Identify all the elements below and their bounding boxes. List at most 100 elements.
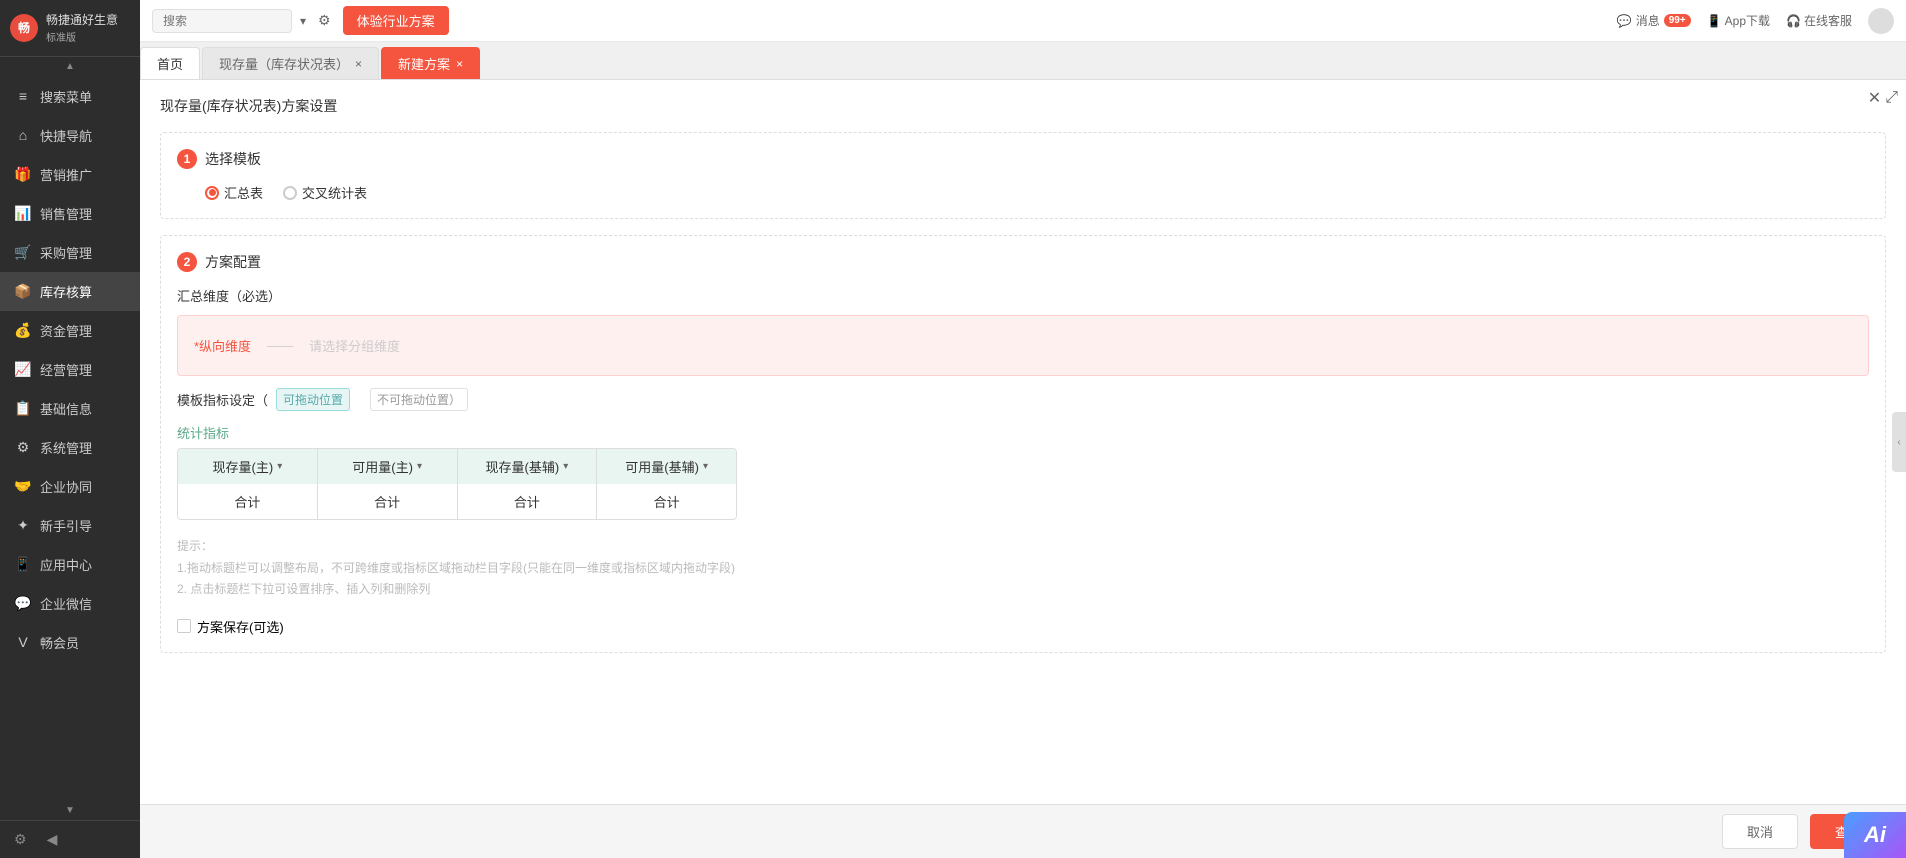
tab-home[interactable]: 首页 xyxy=(140,47,200,79)
sidebar-label-newuser: 新手引导 xyxy=(40,516,92,535)
ai-badge[interactable]: Ai xyxy=(1844,812,1906,858)
content: ✕ ⤢ 现存量(库存状况表)方案设置 1 选择模板 汇总表 交叉统 xyxy=(140,80,1906,804)
close-panel-icon[interactable]: ✕ xyxy=(1868,88,1881,108)
radio-summary-label: 汇总表 xyxy=(224,183,263,202)
tab-inventory[interactable]: 现存量（库存状况表） × xyxy=(202,47,379,79)
inventory-tab-label: 现存量（库存状况表） xyxy=(219,54,349,73)
section-config: 2 方案配置 汇总维度（必选） *纵向维度 —— 请选择分组维度 模板指标设定（… xyxy=(160,235,1886,653)
topbar-app-download[interactable]: 📱 App下载 xyxy=(1707,12,1770,29)
new-scheme-tab-close[interactable]: × xyxy=(456,57,463,71)
sidebar-scroll-up[interactable]: ▲ xyxy=(0,57,140,77)
sidebar-item-wechat[interactable]: 💬 企业微信 xyxy=(0,584,140,623)
sidebar-item-operation[interactable]: 📈 经营管理 xyxy=(0,350,140,389)
sidebar-nav: ≡ 搜索菜单 ⌂ 快捷导航 🎁 营销推广 📊 销售管理 🛒 采购管理 📦 库存核… xyxy=(0,77,140,800)
stats-header-col-3[interactable]: 可用量(基辅) ▾ xyxy=(597,449,736,484)
radio-cross[interactable]: 交叉统计表 xyxy=(283,183,367,202)
radio-summary-circle[interactable] xyxy=(205,186,219,200)
wechat-icon: 💬 xyxy=(14,594,32,612)
sidebar-item-sales[interactable]: 📊 销售管理 xyxy=(0,194,140,233)
topbar-search-input[interactable] xyxy=(152,9,292,33)
sidebar-item-marketing[interactable]: 🎁 营销推广 xyxy=(0,155,140,194)
right-panel-toggle[interactable]: ‹ xyxy=(1892,412,1906,472)
newuser-icon: ✦ xyxy=(14,516,32,534)
stats-header-dropdown-1[interactable]: ▾ xyxy=(417,461,422,472)
stats-table-body: 合计 合计 合计 合计 xyxy=(178,484,736,519)
topbar-dropdown-icon[interactable]: ▾ xyxy=(300,14,306,28)
sidebar-label-member: 畅会员 xyxy=(40,633,79,652)
sidebar-item-shortcut[interactable]: ⌂ 快捷导航 xyxy=(0,116,140,155)
section-template: 1 选择模板 汇总表 交叉统计表 xyxy=(160,132,1886,219)
sidebar-item-appstore[interactable]: 📱 应用中心 xyxy=(0,545,140,584)
page-title: 现存量(库存状况表)方案设置 xyxy=(160,96,1886,116)
radio-cross-label: 交叉统计表 xyxy=(302,183,367,202)
tip-item-1: 1.拖动标题栏可以调整布局，不可跨维度或指标区域拖动栏目字段(只能在同一维度或指… xyxy=(177,558,1869,580)
indicator-settings-text: 模板指标设定（ xyxy=(177,390,268,409)
stats-header-dropdown-2[interactable]: ▾ xyxy=(563,461,568,472)
radio-summary[interactable]: 汇总表 xyxy=(205,183,263,202)
tabs: 首页 现存量（库存状况表） × 新建方案 × xyxy=(140,42,1906,80)
appstore-icon: 📱 xyxy=(14,555,32,573)
section-title-template: 选择模板 xyxy=(205,149,261,169)
search-nav-icon: ≡ xyxy=(14,87,32,105)
template-options: 汇总表 交叉统计表 xyxy=(205,183,1869,202)
sidebar-label-marketing: 营销推广 xyxy=(40,165,92,184)
radio-cross-circle[interactable] xyxy=(283,186,297,200)
logo-text: 畅捷通好生意 标准版 xyxy=(46,12,118,44)
stats-label: 统计指标 xyxy=(177,423,1869,442)
save-checkbox-area: 方案保存(可选) xyxy=(177,617,1869,636)
topbar-msg[interactable]: 💬 消息 99+ xyxy=(1617,12,1691,29)
inventory-tab-close[interactable]: × xyxy=(355,57,362,71)
stats-header-col-2[interactable]: 现存量(基辅) ▾ xyxy=(458,449,598,484)
sidebar-item-newuser[interactable]: ✦ 新手引导 xyxy=(0,506,140,545)
sidebar-label-shortcut: 快捷导航 xyxy=(40,126,92,145)
section-num-1: 1 xyxy=(177,149,197,169)
sidebar-item-enterprise[interactable]: 🤝 企业协同 xyxy=(0,467,140,506)
stats-body-cell-0-2: 合计 xyxy=(458,484,598,519)
section-num-2: 2 xyxy=(177,252,197,272)
sidebar-label-wechat: 企业微信 xyxy=(40,594,92,613)
stats-header-col-0[interactable]: 现存量(主) ▾ xyxy=(178,449,318,484)
settings-icon[interactable]: ⚙ xyxy=(14,831,27,848)
sidebar-scroll-down[interactable]: ▼ xyxy=(0,800,140,820)
stats-header-dropdown-3[interactable]: ▾ xyxy=(703,461,708,472)
sidebar-item-member[interactable]: V 畅会员 xyxy=(0,623,140,662)
dimension-placeholder[interactable]: 请选择分组维度 xyxy=(309,336,400,355)
stats-header-col-1[interactable]: 可用量(主) ▾ xyxy=(318,449,458,484)
volume-icon[interactable]: ◀ xyxy=(47,831,58,848)
stats-header-dropdown-0[interactable]: ▾ xyxy=(277,461,282,472)
dimension-required-area: *纵向维度 —— 请选择分组维度 xyxy=(177,315,1869,376)
operation-icon: 📈 xyxy=(14,360,32,378)
sidebar-item-search[interactable]: ≡ 搜索菜单 xyxy=(0,77,140,116)
new-scheme-tab-label: 新建方案 xyxy=(398,54,450,73)
stats-table: 现存量(主) ▾ 可用量(主) ▾ 现存量(基辅) ▾ xyxy=(177,448,737,520)
expand-panel-icon[interactable]: ⤢ xyxy=(1885,89,1898,107)
topbar-avatar[interactable] xyxy=(1868,8,1894,34)
indicator-settings: 模板指标设定（ 可拖动位置 不可拖动位置） 统计指标 现存量(主) ▾ xyxy=(177,388,1869,520)
sidebar-item-system[interactable]: ⚙ 系统管理 xyxy=(0,428,140,467)
stats-table-header: 现存量(主) ▾ 可用量(主) ▾ 现存量(基辅) ▾ xyxy=(178,449,736,484)
sidebar-item-inventory[interactable]: 📦 库存核算 xyxy=(0,272,140,311)
sidebar-label-appstore: 应用中心 xyxy=(40,555,92,574)
enterprise-icon: 🤝 xyxy=(14,477,32,495)
sidebar-item-purchase[interactable]: 🛒 采购管理 xyxy=(0,233,140,272)
tips: 提示： 1.拖动标题栏可以调整布局，不可跨维度或指标区域拖动栏目字段(只能在同一… xyxy=(177,536,1869,601)
stats-header-label-1: 可用量(主) xyxy=(352,457,413,476)
section-config-header: 2 方案配置 xyxy=(177,252,1869,272)
cancel-button[interactable]: 取消 xyxy=(1722,814,1798,849)
industry-btn[interactable]: 体验行业方案 xyxy=(343,6,449,35)
tab-new-scheme[interactable]: 新建方案 × xyxy=(381,47,480,79)
stats-header-label-3: 可用量(基辅) xyxy=(625,457,699,476)
topbar-right: 💬 消息 99+ 📱 App下载 🎧 在线客服 xyxy=(1617,8,1894,34)
topbar-gear-icon[interactable]: ⚙ xyxy=(318,12,331,29)
service-icon: 🎧 xyxy=(1786,14,1801,28)
sidebar-item-finance[interactable]: 💰 资金管理 xyxy=(0,311,140,350)
save-checkbox[interactable] xyxy=(177,619,191,633)
sidebar-item-basic[interactable]: 📋 基础信息 xyxy=(0,389,140,428)
marketing-icon: 🎁 xyxy=(14,165,32,183)
sidebar-label-sales: 销售管理 xyxy=(40,204,92,223)
stats-header-label-0: 现存量(主) xyxy=(213,457,274,476)
topbar-service[interactable]: 🎧 在线客服 xyxy=(1786,12,1852,29)
home-tab-label: 首页 xyxy=(157,54,183,73)
logo-icon: 畅 xyxy=(10,14,38,42)
sidebar: 畅 畅捷通好生意 标准版 ▲ ≡ 搜索菜单 ⌂ 快捷导航 🎁 营销推广 📊 销售… xyxy=(0,0,140,858)
